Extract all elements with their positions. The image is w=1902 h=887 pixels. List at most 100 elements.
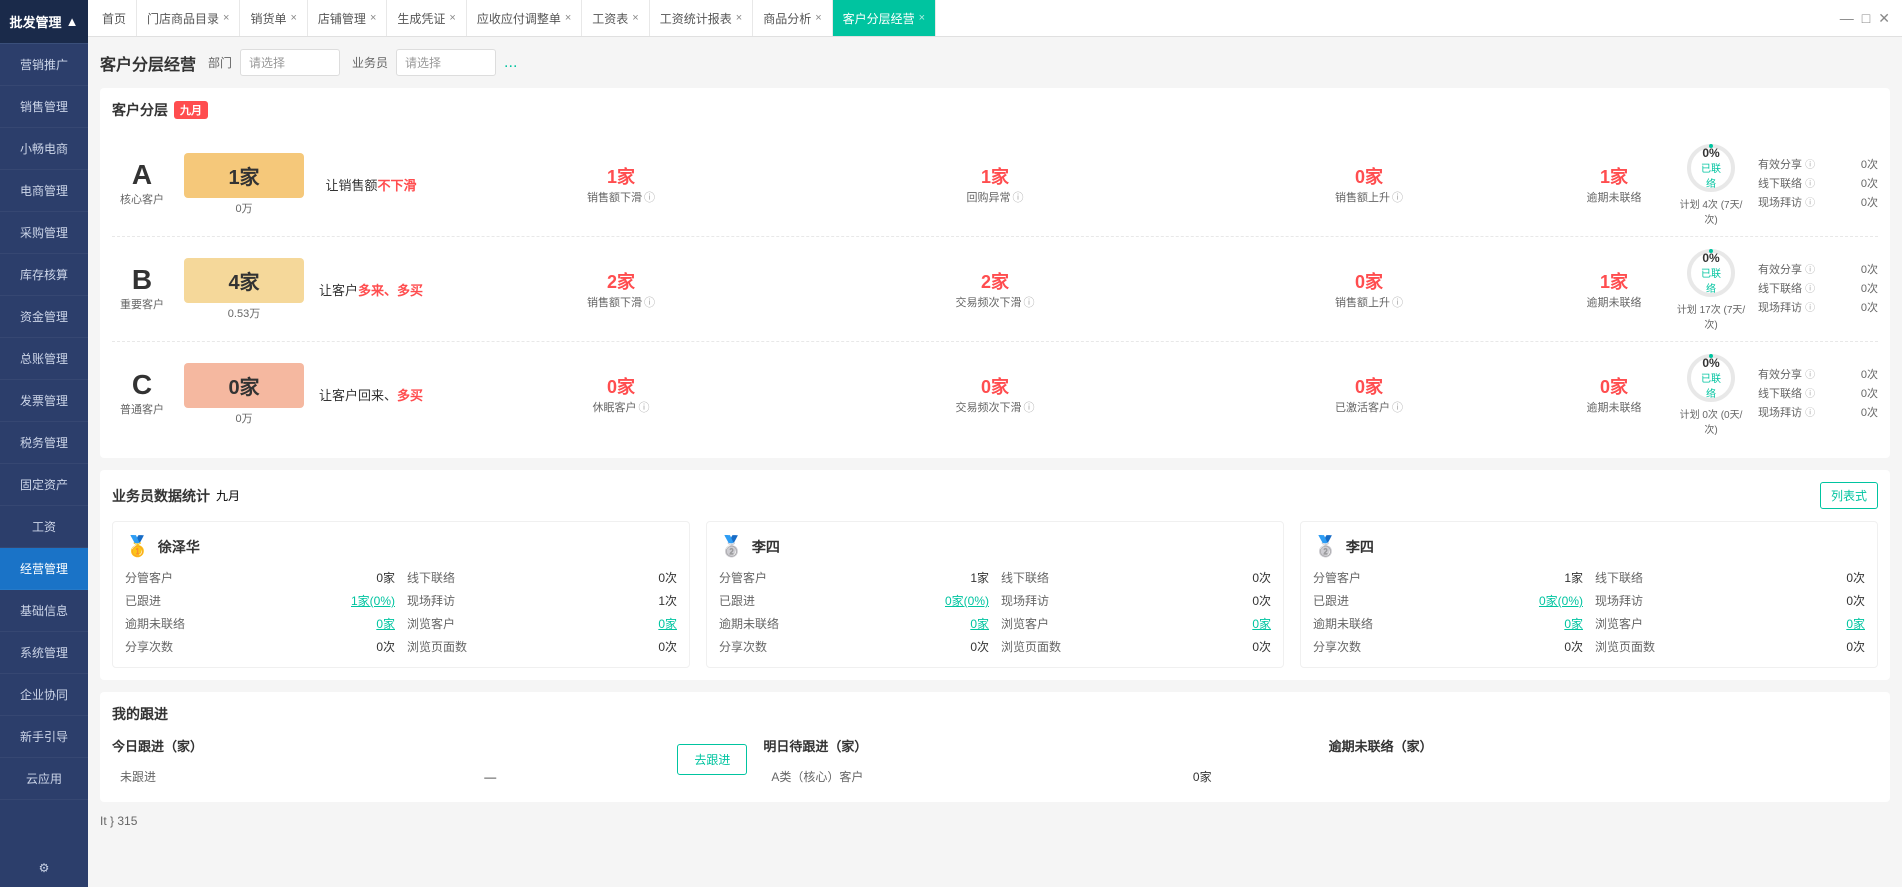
goto-followup-button[interactable]: 去跟进 <box>677 744 747 775</box>
stats-info-icon[interactable]: ⓘ <box>1805 370 1815 381</box>
staff-metric-label: 分管客户 <box>125 569 173 586</box>
sidebar-item-税务管理[interactable]: 税务管理 <box>0 422 88 464</box>
metric-card: 2家 销售额下滑 ⓘ <box>438 262 804 316</box>
sidebar-item-新手引导[interactable]: 新手引导 <box>0 716 88 758</box>
info-icon[interactable]: ⓘ <box>1392 189 1403 205</box>
tab-店铺管理[interactable]: 店铺管理× <box>308 0 387 36</box>
sidebar-settings[interactable]: ⚙ <box>0 849 88 887</box>
info-icon[interactable]: ⓘ <box>639 399 650 415</box>
sidebar-item-企业协同[interactable]: 企业协同 <box>0 674 88 716</box>
sidebar-item-小畅电商[interactable]: 小畅电商 <box>0 128 88 170</box>
tier-stats-right: 有效分享 ⓘ0次线下联络 ⓘ0次现场拜访 ⓘ0次 <box>1758 366 1878 423</box>
sidebar-item-云应用[interactable]: 云应用 <box>0 758 88 800</box>
tab-close-icon[interactable]: × <box>632 12 638 24</box>
circle-status: 已联络 <box>1698 265 1724 295</box>
info-icon[interactable]: ⓘ <box>1024 399 1035 415</box>
stats-info-icon[interactable]: ⓘ <box>1805 303 1815 314</box>
info-icon[interactable]: ⓘ <box>1392 294 1403 310</box>
circle-text: 0% 已联络 <box>1698 356 1724 400</box>
staff-metric-value[interactable]: 0家 <box>376 615 395 632</box>
staff-metric-label: 逾期未联络 <box>719 615 779 632</box>
sidebar-item-销售管理[interactable]: 销售管理 <box>0 86 88 128</box>
tab-工资表[interactable]: 工资表× <box>582 0 649 36</box>
minimize-button[interactable]: — <box>1840 10 1854 27</box>
staff-metric-value[interactable]: 0家 <box>970 615 989 632</box>
tab-label: 工资统计报表 <box>660 10 732 27</box>
staff-metric-value[interactable]: 0家 <box>658 615 677 632</box>
tab-close-icon[interactable]: × <box>223 12 229 24</box>
sidebar-item-库存核算[interactable]: 库存核算 <box>0 254 88 296</box>
tab-首页[interactable]: 首页 <box>92 0 137 36</box>
staff-metric-value[interactable]: 0家 <box>1564 615 1583 632</box>
metric-card: 1家 回购异常 ⓘ <box>812 157 1178 211</box>
tab-close-icon[interactable]: × <box>919 12 925 24</box>
tomorrow-followup-col: 明日待跟进（家） A类（核心）客户0家 <box>763 736 1312 790</box>
tier-name: 核心客户 <box>112 191 172 207</box>
tab-客户分层经营[interactable]: 客户分层经营× <box>833 0 936 36</box>
info-icon[interactable]: ⓘ <box>644 294 655 310</box>
sidebar-item-基础信息[interactable]: 基础信息 <box>0 590 88 632</box>
tab-生成凭证[interactable]: 生成凭证× <box>387 0 466 36</box>
sidebar-item-经营管理[interactable]: 经营管理 <box>0 548 88 590</box>
staff-metric-value[interactable]: 1家(0%) <box>351 592 395 609</box>
tab-bar-actions: — □ ✕ <box>1840 10 1898 27</box>
filter-more-button[interactable]: ... <box>504 54 517 72</box>
sidebar-item-采购管理[interactable]: 采购管理 <box>0 212 88 254</box>
tab-门店商品目录[interactable]: 门店商品目录× <box>137 0 240 36</box>
sidebar-item-电商管理[interactable]: 电商管理 <box>0 170 88 212</box>
stats-info-icon[interactable]: ⓘ <box>1805 284 1815 295</box>
tab-销货单[interactable]: 销货单× <box>240 0 307 36</box>
tab-应收应付调整单[interactable]: 应收应付调整单× <box>467 0 582 36</box>
restore-button[interactable]: □ <box>1862 10 1870 27</box>
stats-info-icon[interactable]: ⓘ <box>1805 408 1815 419</box>
metric-num: 0家 <box>818 373 1172 399</box>
stats-info-icon[interactable]: ⓘ <box>1805 265 1815 276</box>
stats-info-icon[interactable]: ⓘ <box>1805 179 1815 190</box>
stats-info-icon[interactable]: ⓘ <box>1805 389 1815 400</box>
sidebar-header[interactable]: 批发管理 ▲ <box>0 0 88 44</box>
tab-close-icon[interactable]: × <box>736 12 742 24</box>
info-icon[interactable]: ⓘ <box>1024 294 1035 310</box>
sidebar-item-系统管理[interactable]: 系统管理 <box>0 632 88 674</box>
tab-商品分析[interactable]: 商品分析× <box>753 0 832 36</box>
tab-工资统计报表[interactable]: 工资统计报表 × <box>650 0 753 36</box>
sidebar-item-总账管理[interactable]: 总账管理 <box>0 338 88 380</box>
close-window-button[interactable]: ✕ <box>1878 10 1890 27</box>
staff-metric-label: 分管客户 <box>1313 569 1361 586</box>
tier-stats-right: 有效分享 ⓘ0次线下联络 ⓘ0次现场拜访 ⓘ0次 <box>1758 156 1878 213</box>
sidebar-item-固定资产[interactable]: 固定资产 <box>0 464 88 506</box>
sidebar-item-资金管理[interactable]: 资金管理 <box>0 296 88 338</box>
tab-close-icon[interactable]: × <box>370 12 376 24</box>
stats-info-icon[interactable]: ⓘ <box>1805 160 1815 171</box>
staff-medal-icon: 🥈 <box>719 534 744 559</box>
circle-plan: 计划 0次 (0天/次) <box>1676 406 1746 436</box>
staff-metric-value[interactable]: 0家(0%) <box>945 592 989 609</box>
staff-metric-value[interactable]: 0家(0%) <box>1539 592 1583 609</box>
staff-metric-label: 浏览客户 <box>1595 615 1643 632</box>
today-followup-col: 今日跟进（家） 未跟进— <box>112 736 661 790</box>
sidebar-item-发票管理[interactable]: 发票管理 <box>0 380 88 422</box>
staff-select[interactable]: 请选择 <box>396 49 496 76</box>
staff-metric-value[interactable]: 0家 <box>1846 615 1865 632</box>
tab-close-icon[interactable]: × <box>290 12 296 24</box>
staff-metric-row: 线下联络 0次 <box>1595 569 1865 586</box>
list-view-button[interactable]: 列表式 <box>1820 482 1878 509</box>
stats-info-icon[interactable]: ⓘ <box>1805 198 1815 209</box>
stats-label: 线下联络 ⓘ <box>1758 385 1815 401</box>
tab-label: 首页 <box>102 10 126 27</box>
staff-metric-value[interactable]: 0家 <box>1252 615 1271 632</box>
stats-value: 0次 <box>1861 175 1878 191</box>
tab-close-icon[interactable]: × <box>815 12 821 24</box>
tab-close-icon[interactable]: × <box>565 12 571 24</box>
dept-select[interactable]: 请选择 <box>240 49 340 76</box>
metric-num: 1家 <box>818 163 1172 189</box>
followup-label: 逾期未联络 <box>1564 189 1664 205</box>
stats-label: 线下联络 ⓘ <box>1758 280 1815 296</box>
info-icon[interactable]: ⓘ <box>1013 189 1024 205</box>
sidebar-item-工资[interactable]: 工资 <box>0 506 88 548</box>
sidebar-item-营销推广[interactable]: 营销推广 <box>0 44 88 86</box>
info-icon[interactable]: ⓘ <box>1392 399 1403 415</box>
info-icon[interactable]: ⓘ <box>644 189 655 205</box>
tab-close-icon[interactable]: × <box>449 12 455 24</box>
page-header: 客户分层经营 部门 请选择 业务员 请选择 ... <box>100 49 1890 76</box>
